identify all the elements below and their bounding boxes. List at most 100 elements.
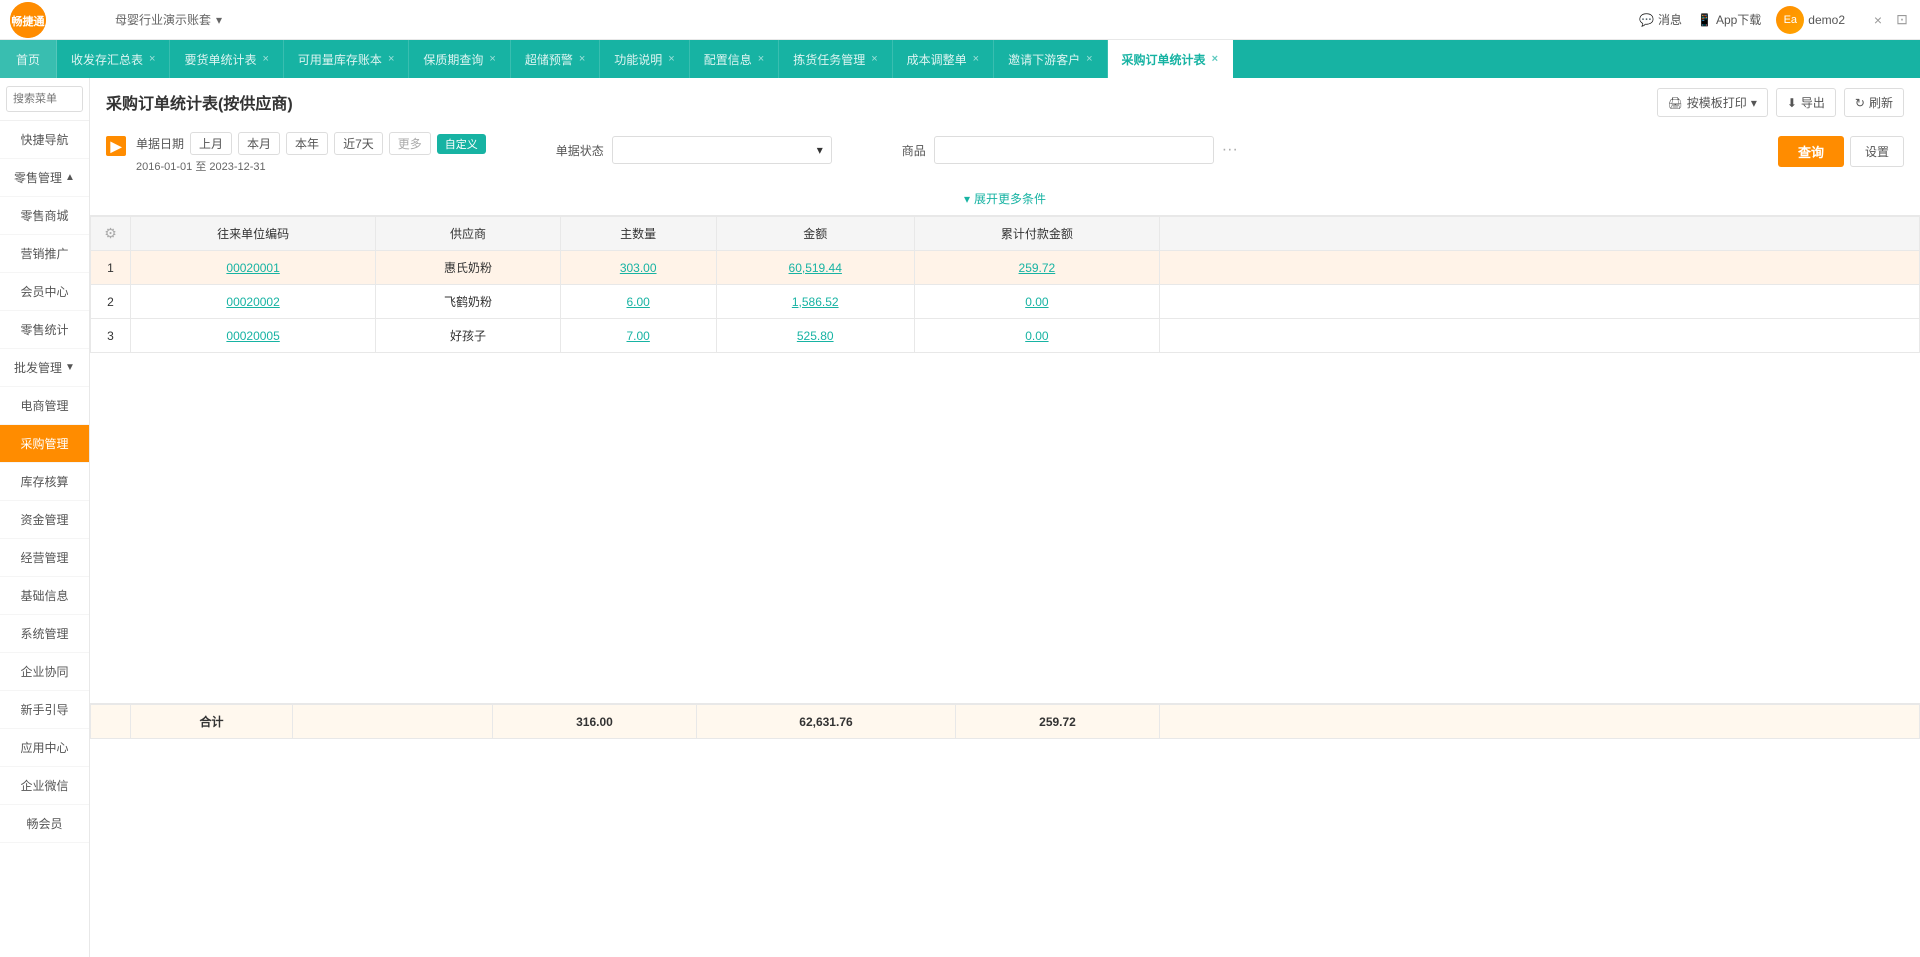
query-btn[interactable]: 查询 [1778, 136, 1844, 167]
sidebar-item-sys[interactable]: 系统管理 [0, 615, 89, 653]
tab-purchase-stat-close[interactable]: × [1212, 53, 1218, 65]
td-total-paid: 259.72 [956, 704, 1160, 739]
sidebar-item-quick-nav[interactable]: 快捷导航 [0, 121, 89, 159]
status-select[interactable]: ▾ [612, 136, 832, 164]
th-qty: 主数量 [560, 217, 716, 251]
tab-collect-send-close[interactable]: × [149, 53, 155, 65]
app-label: App下载 [1716, 11, 1761, 28]
workspace-selector[interactable]: 母婴行业演示账套 ▾ [100, 11, 1639, 28]
td-total-supplier [293, 704, 493, 739]
app-download-btn[interactable]: 📱 App下载 [1697, 11, 1761, 28]
sidebar-item-retail-mgmt-label: 零售管理 [14, 169, 62, 186]
tab-overstock-close[interactable]: × [579, 53, 585, 65]
shortcut-this-year[interactable]: 本年 [286, 132, 328, 155]
sidebar-item-corp-wechat[interactable]: 企业微信 [0, 767, 89, 805]
tab-purchase-stat-label: 采购订单统计表 [1122, 51, 1206, 68]
column-settings-icon[interactable]: ⚙ [104, 225, 117, 241]
expand-more-btn[interactable]: ▾ 展开更多条件 [964, 190, 1046, 207]
tab-expiry[interactable]: 保质期查询 × [409, 40, 510, 78]
tab-available-stock[interactable]: 可用量库存账本 × [284, 40, 409, 78]
tab-home[interactable]: 首页 [0, 40, 57, 78]
tab-invite-down[interactable]: 邀请下游客户 × [994, 40, 1107, 78]
shortcut-7days[interactable]: 近7天 [334, 132, 383, 155]
sidebar-item-retail-stat[interactable]: 零售统计 [0, 311, 89, 349]
sidebar-item-corp-collab[interactable]: 企业协同 [0, 653, 89, 691]
sidebar-item-new-guide[interactable]: 新手引导 [0, 691, 89, 729]
td-paid-1[interactable]: 259.72 [914, 251, 1159, 285]
td-no-1: 1 [91, 251, 131, 285]
td-paid-3[interactable]: 0.00 [914, 319, 1159, 353]
logo-icon: 畅捷通 [10, 2, 46, 38]
date-label: 单据日期 [136, 135, 184, 152]
sidebar-item-biz[interactable]: 经营管理 [0, 539, 89, 577]
tab-available-stock-close[interactable]: × [388, 53, 394, 65]
td-code-1[interactable]: 00020001 [131, 251, 376, 285]
tab-cost-adjust[interactable]: 成本调整单 × [893, 40, 994, 78]
user-area[interactable]: Ea demo2 [1776, 6, 1845, 34]
expand-more-icon: ▾ [964, 192, 970, 206]
shortcut-more[interactable]: 更多 [389, 132, 431, 155]
tab-home-label: 首页 [16, 51, 40, 68]
tab-invite-down-close[interactable]: × [1086, 53, 1092, 65]
td-qty-3[interactable]: 7.00 [560, 319, 716, 353]
tab-expiry-close[interactable]: × [489, 53, 495, 65]
table-row: 1 00020001 惠氏奶粉 303.00 60,519.44 259.72 [91, 251, 1920, 285]
td-amount-2[interactable]: 1,586.52 [716, 285, 914, 319]
tab-config-close[interactable]: × [758, 53, 764, 65]
product-input[interactable] [934, 136, 1214, 164]
td-amount-3[interactable]: 525.80 [716, 319, 914, 353]
export-btn[interactable]: ⬇ 导出 [1776, 88, 1836, 117]
tab-pick-task[interactable]: 拣货任务管理 × [779, 40, 892, 78]
tab-collect-send-label: 收发存汇总表 [71, 51, 143, 68]
window-max-btn[interactable]: ⊡ [1894, 12, 1910, 28]
td-paid-2[interactable]: 0.00 [914, 285, 1159, 319]
td-supplier-2: 飞鹤奶粉 [376, 285, 561, 319]
tab-cost-adjust-close[interactable]: × [973, 53, 979, 65]
tab-purchase-stat[interactable]: 采购订单统计表 × [1108, 40, 1233, 78]
td-qty-2[interactable]: 6.00 [560, 285, 716, 319]
td-code-3[interactable]: 00020005 [131, 319, 376, 353]
sidebar-item-member[interactable]: 会员中心 [0, 273, 89, 311]
template-print-btn[interactable]: 🖨 按模板打印 ▾ [1657, 88, 1768, 117]
sidebar-item-wholesale[interactable]: 批发管理 ▼ [0, 349, 89, 387]
td-code-2[interactable]: 00020002 [131, 285, 376, 319]
shortcut-last-month[interactable]: 上月 [190, 132, 232, 155]
sidebar-item-member-vip-label: 畅会员 [26, 815, 62, 832]
sidebar-item-retail-store-label: 零售商城 [20, 207, 68, 224]
search-input[interactable] [6, 86, 83, 112]
sidebar-item-new-guide-label: 新手引导 [20, 701, 68, 718]
shortcut-this-month[interactable]: 本月 [238, 132, 280, 155]
sidebar-item-retail-mgmt[interactable]: 零售管理 ▲ [0, 159, 89, 197]
tab-collect-send[interactable]: 收发存汇总表 × [57, 40, 170, 78]
sidebar-item-retail-store[interactable]: 零售商城 [0, 197, 89, 235]
td-amount-1[interactable]: 60,519.44 [716, 251, 914, 285]
expand-btn[interactable]: ▶ [106, 136, 126, 156]
sidebar-item-stock-check[interactable]: 库存核算 [0, 463, 89, 501]
tab-func-desc[interactable]: 功能说明 × [600, 40, 689, 78]
settings-btn[interactable]: 设置 [1850, 136, 1904, 167]
custom-tag[interactable]: 自定义 [437, 134, 486, 154]
message-btn[interactable]: 💬 消息 [1639, 11, 1682, 28]
refresh-btn[interactable]: ↻ 刷新 [1844, 88, 1904, 117]
sidebar-item-marketing[interactable]: 营销推广 [0, 235, 89, 273]
tab-goods-stat-close[interactable]: × [262, 53, 268, 65]
sidebar-item-basic[interactable]: 基础信息 [0, 577, 89, 615]
product-filter-group: 商品 ··· [902, 136, 1238, 164]
sidebar: 快捷导航 零售管理 ▲ 零售商城 营销推广 会员中心 零售统计 批发管理 ▼ 电… [0, 78, 90, 957]
td-empty-2 [1160, 285, 1920, 319]
window-close-btn[interactable]: × [1870, 12, 1886, 28]
sidebar-item-purchase[interactable]: 采购管理 [0, 425, 89, 463]
tab-overstock[interactable]: 超储预警 × [511, 40, 600, 78]
sidebar-item-member-vip[interactable]: 畅会员 [0, 805, 89, 843]
product-more-icon[interactable]: ··· [1222, 141, 1238, 159]
tab-goods-stat[interactable]: 要货单统计表 × [170, 40, 283, 78]
tab-config[interactable]: 配置信息 × [690, 40, 779, 78]
tab-func-desc-close[interactable]: × [668, 53, 674, 65]
expand-more-label: 展开更多条件 [974, 190, 1046, 207]
sidebar-item-fund[interactable]: 资金管理 [0, 501, 89, 539]
tab-goods-stat-label: 要货单统计表 [184, 51, 256, 68]
td-qty-1[interactable]: 303.00 [560, 251, 716, 285]
sidebar-item-ecom[interactable]: 电商管理 [0, 387, 89, 425]
sidebar-item-app-center[interactable]: 应用中心 [0, 729, 89, 767]
tab-pick-task-close[interactable]: × [871, 53, 877, 65]
